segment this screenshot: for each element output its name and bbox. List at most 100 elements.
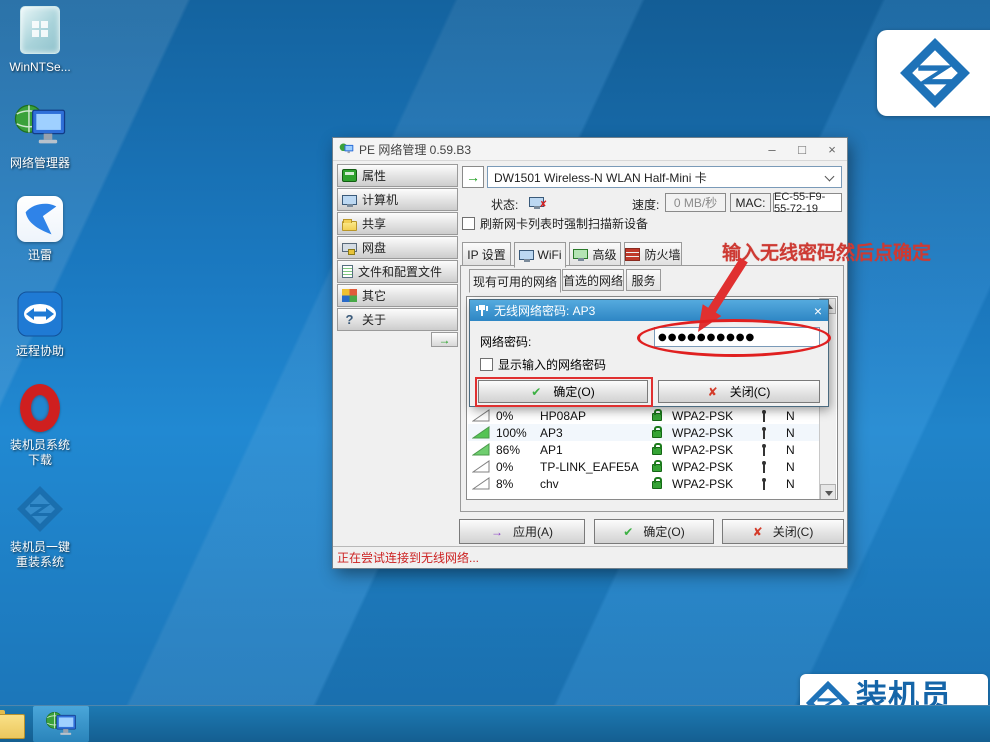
subtab-services[interactable]: 服务 bbox=[626, 269, 661, 291]
maximize-icon[interactable]: □ bbox=[787, 138, 817, 160]
password-label: 网络密码: bbox=[480, 333, 531, 350]
desktop-icon-label: 装机员系统 bbox=[2, 438, 78, 453]
green-arrow-icon: → bbox=[439, 335, 451, 345]
adapter-refresh-button[interactable]: → bbox=[462, 166, 484, 188]
security-type: WPA2-PSK bbox=[672, 460, 760, 474]
network-row[interactable]: 0% HP08AP WPA2-PSK N bbox=[468, 407, 826, 424]
chevron-down-icon bbox=[825, 172, 835, 182]
signal-strength-icon bbox=[472, 426, 490, 439]
advanced-icon bbox=[573, 249, 588, 259]
checkbox-icon[interactable] bbox=[462, 217, 475, 230]
network-row[interactable]: 86% AP1 WPA2-PSK N bbox=[468, 441, 826, 458]
desktop-icon-onekey-reinstall[interactable]: 装机员一键 重装系统 bbox=[2, 484, 78, 570]
tab-label: WiFi bbox=[538, 248, 562, 262]
network-flag: N bbox=[786, 460, 806, 474]
desktop-icon-label: WinNTSe... bbox=[2, 60, 78, 75]
security-type: WPA2-PSK bbox=[672, 426, 760, 440]
brand-card-top bbox=[877, 30, 990, 116]
signal-percent: 100% bbox=[496, 426, 540, 440]
red-x-overlay-icon: ✘ bbox=[539, 199, 547, 210]
dialog-titlebar[interactable]: 无线网络密码: AP3 × bbox=[470, 300, 828, 321]
firewall-brick-icon bbox=[625, 248, 640, 261]
desktop-icon-thunder[interactable]: 迅雷 bbox=[2, 196, 78, 263]
ssid: HP08AP bbox=[540, 409, 652, 423]
show-password-checkbox[interactable]: 显示输入的网络密码 bbox=[480, 356, 606, 373]
lock-icon bbox=[652, 430, 662, 438]
sidebar-item-other[interactable]: 其它 bbox=[337, 284, 458, 307]
subtab-preferred-networks[interactable]: 首选的网络 bbox=[562, 269, 624, 291]
apply-button[interactable]: → 应用(A) bbox=[459, 519, 585, 544]
file-icon bbox=[342, 265, 353, 278]
apply-button-label: 应用(A) bbox=[513, 523, 553, 540]
network-row[interactable]: 8% chv WPA2-PSK N bbox=[468, 475, 826, 492]
ssid: AP3 bbox=[540, 426, 652, 440]
tab-firewall[interactable]: 防火墙 bbox=[624, 242, 682, 266]
collapse-sidebar-button[interactable]: → bbox=[431, 332, 458, 347]
software-box-icon bbox=[20, 6, 60, 54]
checkbox-label: 刷新网卡列表时强制扫描新设备 bbox=[480, 215, 648, 232]
ok-button-label: 确定(O) bbox=[643, 523, 684, 540]
network-row[interactable]: 0% TP-LINK_EAFE5A WPA2-PSK N bbox=[468, 458, 826, 475]
desktop-icon-winntsetup[interactable]: WinNTSe... bbox=[2, 6, 78, 75]
red-x-icon: ✘ bbox=[708, 385, 718, 399]
ssid: TP-LINK_EAFE5A bbox=[540, 460, 652, 474]
dialog-close-label: 关闭(C) bbox=[730, 383, 771, 400]
zhuangjiyuan-faint-logo-icon bbox=[15, 484, 65, 537]
refresh-scan-checkbox[interactable]: 刷新网卡列表时强制扫描新设备 bbox=[462, 215, 648, 232]
sidebar-item-netdrive[interactable]: 网盘 bbox=[337, 236, 458, 259]
dialog-title: 无线网络密码: AP3 bbox=[494, 302, 595, 319]
network-drive-icon bbox=[342, 243, 357, 252]
window-statusbar: 正在尝试连接到无线网络... bbox=[333, 546, 847, 567]
desktop-icon-remote-assist[interactable]: 远程协助 bbox=[2, 290, 78, 359]
desktop-icon-system-download[interactable]: 装机员系统 下载 bbox=[2, 384, 78, 468]
close-icon[interactable]: × bbox=[817, 138, 847, 160]
ok-button[interactable]: ✔ 确定(O) bbox=[594, 519, 714, 544]
desktop-icon-label: 远程协助 bbox=[2, 344, 78, 359]
sidebar-item-share[interactable]: 共享 bbox=[337, 212, 458, 235]
sidebar-item-computer[interactable]: 计算机 bbox=[337, 188, 458, 211]
adapter-dropdown[interactable]: DW1501 Wireless-N WLAN Half-Mini 卡 bbox=[487, 166, 842, 188]
close-button[interactable]: ✘ 关闭(C) bbox=[722, 519, 844, 544]
desktop-icon-network-manager[interactable]: 网络管理器 bbox=[2, 100, 78, 171]
lock-icon bbox=[652, 413, 662, 421]
lock-icon bbox=[652, 464, 662, 472]
checkbox-icon[interactable] bbox=[480, 358, 493, 371]
desktop-icon-label: 重装系统 bbox=[2, 555, 78, 570]
desktop-icon-label: 网络管理器 bbox=[2, 156, 78, 171]
window-titlebar[interactable]: PE 网络管理 0.59.B3 – □ × bbox=[333, 138, 847, 161]
signal-strength-icon bbox=[472, 443, 490, 456]
folder-icon[interactable] bbox=[0, 714, 25, 739]
password-input[interactable] bbox=[654, 327, 820, 347]
window-title: PE 网络管理 0.59.B3 bbox=[359, 141, 471, 158]
tab-ip-settings[interactable]: IP 设置 bbox=[462, 242, 511, 266]
taskbar-active-button[interactable] bbox=[33, 706, 89, 742]
network-row[interactable]: 100% AP3 WPA2-PSK N bbox=[468, 424, 826, 441]
desktop-icon-label: 迅雷 bbox=[2, 248, 78, 263]
network-monitor-icon bbox=[13, 100, 67, 153]
tab-wifi[interactable]: WiFi bbox=[514, 242, 566, 268]
app-icon bbox=[339, 142, 354, 156]
minimize-icon[interactable]: – bbox=[757, 138, 787, 160]
network-flag: N bbox=[786, 477, 806, 491]
signal-strength-icon bbox=[472, 477, 490, 490]
subtab-available-networks[interactable]: 现有可用的网络 bbox=[469, 269, 561, 293]
tab-advanced[interactable]: 高级 bbox=[569, 242, 621, 266]
sidebar-item-about[interactable]: ? 关于 bbox=[337, 308, 458, 331]
taskbar bbox=[0, 705, 990, 742]
sidebar-item-label: 文件和配置文件 bbox=[358, 263, 442, 280]
antenna-icon bbox=[760, 478, 768, 490]
sidebar-item-properties[interactable]: 属性 bbox=[337, 164, 458, 187]
close-button-label: 关闭(C) bbox=[773, 523, 814, 540]
dialog-close-button[interactable]: ✘ 关闭(C) bbox=[658, 380, 820, 403]
dialog-ok-button[interactable]: ✔ 确定(O) bbox=[478, 380, 648, 403]
computer-icon bbox=[342, 195, 357, 205]
subtab-label: 首选的网络 bbox=[563, 272, 623, 289]
sidebar-item-label: 属性 bbox=[362, 167, 386, 184]
wifi-monitor-icon bbox=[519, 250, 534, 260]
signal-percent: 8% bbox=[496, 477, 540, 491]
dialog-close-icon[interactable]: × bbox=[814, 300, 822, 321]
sidebar-item-files[interactable]: 文件和配置文件 bbox=[337, 260, 458, 283]
signal-strength-icon bbox=[472, 409, 490, 422]
scroll-down-icon[interactable] bbox=[820, 484, 836, 500]
desktop-icon-label: 下载 bbox=[2, 453, 78, 468]
